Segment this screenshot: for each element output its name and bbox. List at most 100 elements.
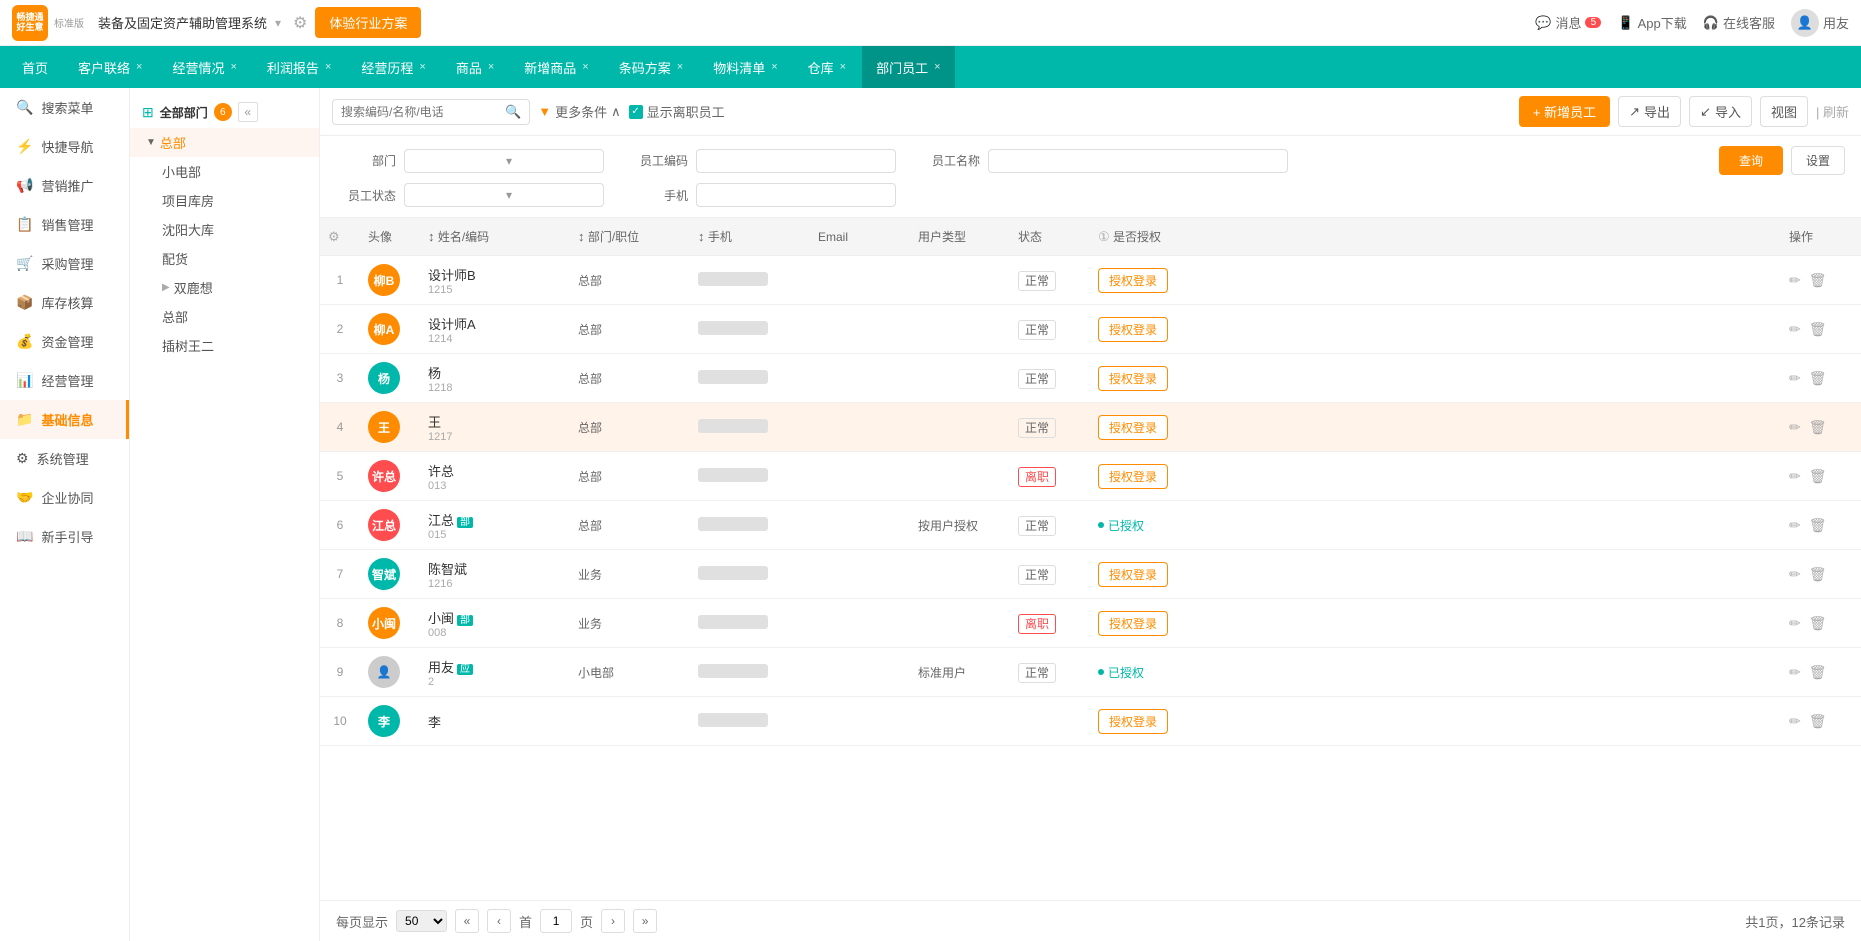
export-btn[interactable]: ↗ 导出 <box>1618 96 1681 127</box>
sidebar-item-system[interactable]: ⚙ 系统管理 <box>0 439 129 478</box>
search-btn[interactable]: 查询 <box>1719 146 1783 175</box>
edit-icon[interactable]: ✏ <box>1789 713 1801 730</box>
edit-icon[interactable]: ✏ <box>1789 615 1801 632</box>
auth-btn[interactable]: 授权登录 <box>1098 366 1168 391</box>
edit-icon[interactable]: ✏ <box>1789 272 1801 289</box>
import-btn[interactable]: ↙ 导入 <box>1689 96 1752 127</box>
search-box[interactable]: 🔍 <box>332 99 530 125</box>
auth-btn[interactable]: 授权登录 <box>1098 611 1168 636</box>
nav-item-operation[interactable]: 经营情况 × <box>158 46 250 88</box>
edit-icon[interactable]: ✏ <box>1789 566 1801 583</box>
sidebar-item-purchase[interactable]: 🛒 采购管理 <box>0 244 129 283</box>
sys-title-dropdown[interactable]: ▾ <box>275 16 281 30</box>
sidebar-search[interactable]: 🔍 搜索菜单 <box>0 88 129 127</box>
nav-close-profit[interactable]: × <box>325 61 331 73</box>
edit-icon[interactable]: ✏ <box>1789 321 1801 338</box>
dept-node-chashuwang[interactable]: 插树王二 <box>158 331 319 360</box>
dept-node-shenyang[interactable]: 沈阳大库 <box>158 215 319 244</box>
edit-icon[interactable]: ✏ <box>1789 419 1801 436</box>
filter-name-input[interactable] <box>988 149 1288 173</box>
nav-item-warehouse[interactable]: 仓库 × <box>794 46 860 88</box>
sidebar-item-inventory[interactable]: 📦 库存核算 <box>0 283 129 322</box>
dept-node-general[interactable]: ▼ 总部 <box>130 128 319 157</box>
nav-item-customer[interactable]: 客户联络 × <box>64 46 156 88</box>
next-page-btn[interactable]: › <box>601 909 625 933</box>
delete-icon[interactable]: 🗑 <box>1809 419 1827 436</box>
nav-close-material[interactable]: × <box>771 61 777 73</box>
settings-col-icon[interactable]: ⚙ <box>328 229 340 244</box>
filter-status-select[interactable]: ▾ <box>404 183 604 207</box>
last-page-btn[interactable]: » <box>633 909 657 933</box>
auth-btn[interactable]: 授权登录 <box>1098 415 1168 440</box>
sidebar-item-sales[interactable]: 📋 销售管理 <box>0 205 129 244</box>
collapse-btn[interactable]: « <box>238 102 258 122</box>
col-dept[interactable]: ↕ 部门/职位 <box>570 218 690 256</box>
nav-close-new-goods[interactable]: × <box>582 61 588 73</box>
page-input[interactable] <box>540 909 572 933</box>
user-action[interactable]: 👤 用友 <box>1791 9 1849 37</box>
delete-icon[interactable]: 🗑 <box>1809 615 1827 632</box>
edit-icon[interactable]: ✏ <box>1789 468 1801 485</box>
col-phone[interactable]: ↕ 手机 <box>690 218 810 256</box>
settings-icon[interactable]: ⚙ <box>293 13 307 33</box>
nav-item-profit[interactable]: 利润报告 × <box>253 46 345 88</box>
delete-icon[interactable]: 🗑 <box>1809 566 1827 583</box>
first-page-btn[interactable]: « <box>455 909 479 933</box>
auth-btn[interactable]: 授权登录 <box>1098 464 1168 489</box>
sidebar-item-guide[interactable]: 📖 新手引导 <box>0 517 129 556</box>
nav-close-operation[interactable]: × <box>230 61 236 73</box>
message-action[interactable]: 💬 消息 5 <box>1535 13 1601 32</box>
edit-icon[interactable]: ✏ <box>1789 370 1801 387</box>
view-btn[interactable]: 视图 <box>1760 96 1808 127</box>
sidebar-item-management[interactable]: 📊 经营管理 <box>0 361 129 400</box>
nav-item-dept[interactable]: 部门员工 × <box>862 46 954 88</box>
delete-icon[interactable]: 🗑 <box>1809 468 1827 485</box>
auth-btn[interactable]: 授权登录 <box>1098 268 1168 293</box>
delete-icon[interactable]: 🗑 <box>1809 321 1827 338</box>
more-filter-btn[interactable]: ▼ 更多条件 ∧ <box>538 102 620 121</box>
nav-item-home[interactable]: 首页 <box>8 46 62 88</box>
delete-icon[interactable]: 🗑 <box>1809 713 1827 730</box>
delete-icon[interactable]: 🗑 <box>1809 272 1827 289</box>
show-resigned-toggle[interactable]: ✓ 显示离职员工 <box>629 102 725 121</box>
nav-close-goods[interactable]: × <box>488 61 494 73</box>
col-name[interactable]: ↕ 姓名/编码 <box>420 218 570 256</box>
delete-icon[interactable]: 🗑 <box>1809 517 1827 534</box>
sidebar-item-collab[interactable]: 🤝 企业协同 <box>0 478 129 517</box>
dept-node-general2[interactable]: 总部 <box>158 302 319 331</box>
page-size-select[interactable]: 50 20 100 <box>396 910 447 932</box>
nav-close-dept[interactable]: × <box>934 61 940 73</box>
nav-close-customer[interactable]: × <box>136 61 142 73</box>
delete-icon[interactable]: 🗑 <box>1809 370 1827 387</box>
sidebar-item-quick-nav[interactable]: ⚡ 快捷导航 <box>0 127 129 166</box>
app-download-action[interactable]: 📱 App下载 <box>1617 13 1686 32</box>
nav-item-history[interactable]: 经营历程 × <box>347 46 439 88</box>
nav-close-barcode[interactable]: × <box>677 61 683 73</box>
search-input[interactable] <box>341 105 501 119</box>
more-options-btn[interactable]: | 刷新 <box>1816 102 1849 121</box>
filter-dept-select[interactable]: ▾ <box>404 149 604 173</box>
auth-btn[interactable]: 授权登录 <box>1098 562 1168 587</box>
auth-btn[interactable]: 授权登录 <box>1098 317 1168 342</box>
edit-icon[interactable]: ✏ <box>1789 517 1801 534</box>
dept-tree-title[interactable]: 全部部门 <box>160 104 208 121</box>
filter-phone-input[interactable] <box>696 183 896 207</box>
nav-item-material[interactable]: 物料清单 × <box>699 46 791 88</box>
dept-node-shuanglu[interactable]: ▶ 双鹿想 <box>158 273 319 302</box>
nav-item-goods[interactable]: 商品 × <box>442 46 508 88</box>
dept-node-project-warehouse[interactable]: 项目库房 <box>158 186 319 215</box>
filter-code-input[interactable] <box>696 149 896 173</box>
add-employee-btn[interactable]: + 新增员工 <box>1519 96 1610 127</box>
dept-node-peiho[interactable]: 配货 <box>158 244 319 273</box>
search-icon-btn[interactable]: 🔍 <box>505 104 521 120</box>
col-settings[interactable]: ⚙ <box>320 218 360 256</box>
dept-node-small-electric[interactable]: 小电部 <box>158 157 319 186</box>
sidebar-item-finance[interactable]: 💰 资金管理 <box>0 322 129 361</box>
nav-close-history[interactable]: × <box>419 61 425 73</box>
auth-btn[interactable]: 授权登录 <box>1098 709 1168 734</box>
sidebar-item-basic-info[interactable]: 📁 基础信息 <box>0 400 129 439</box>
sidebar-item-marketing[interactable]: 📢 营销推广 <box>0 166 129 205</box>
edit-icon[interactable]: ✏ <box>1789 664 1801 681</box>
delete-icon[interactable]: 🗑 <box>1809 664 1827 681</box>
prev-page-btn[interactable]: ‹ <box>487 909 511 933</box>
